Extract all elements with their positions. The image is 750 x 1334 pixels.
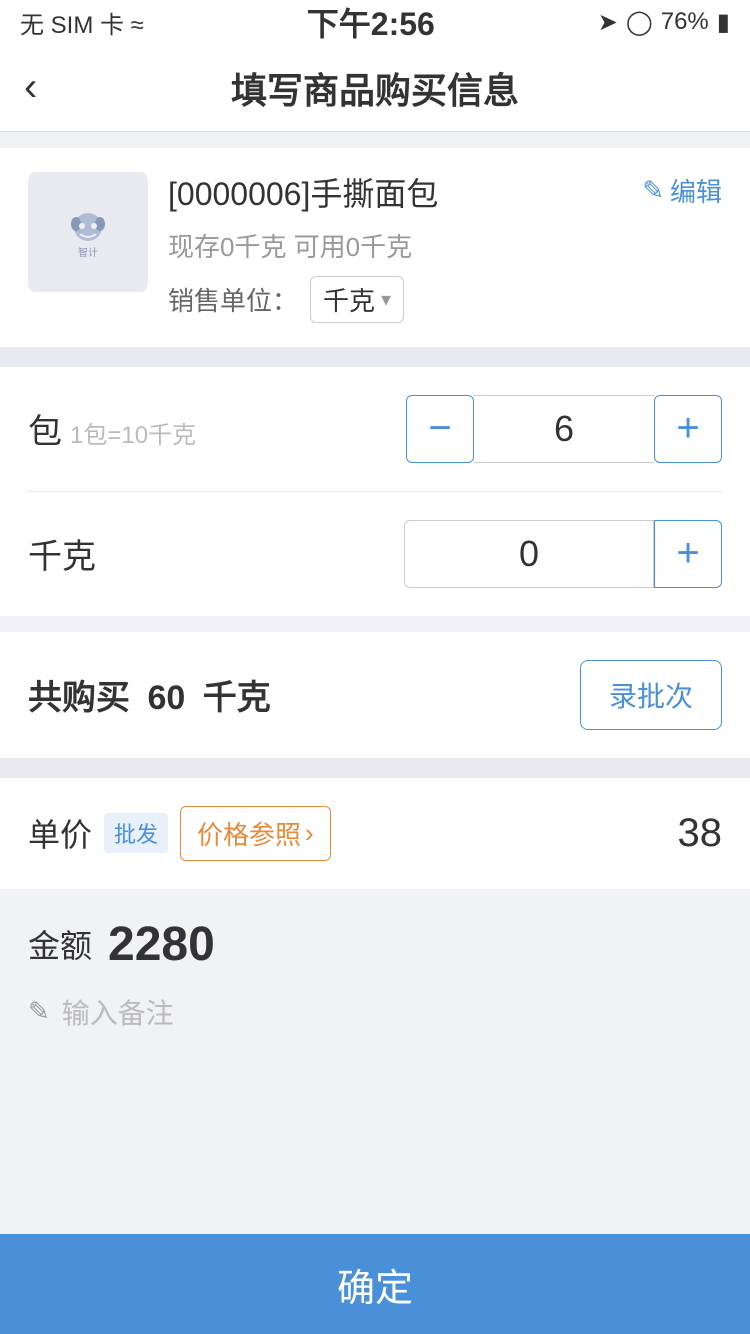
empty-space (0, 1052, 750, 1234)
location-icon: ➤ (598, 8, 618, 37)
back-button[interactable]: ‹ (24, 65, 37, 110)
bag-input-row: 包1包=10千克 − + (28, 367, 722, 492)
unit-value: 千克 (323, 281, 375, 318)
battery-level: 76% (661, 8, 709, 36)
amount-row: 金额 2280 (28, 917, 722, 972)
kg-input-row: 千克 + (28, 492, 722, 616)
note-row[interactable]: ✎ 输入备注 (28, 992, 722, 1052)
amount-section: 金额 2280 ✎ 输入备注 (0, 889, 750, 1052)
status-bar: 无 SIM 卡 ≈ 下午2:56 ➤ ◯ 76% ▮ (0, 0, 750, 44)
section-divider-2 (0, 758, 750, 778)
kg-qty-input[interactable] (404, 520, 654, 588)
price-label: 单价 (28, 810, 92, 856)
bag-hint: 1包=10千克 (70, 422, 196, 449)
bag-qty-input[interactable] (474, 395, 654, 463)
bag-minus-button[interactable]: − (406, 395, 474, 463)
price-ref-chevron-icon: › (305, 818, 314, 849)
product-stock: 现存0千克 可用0千克 (168, 227, 722, 264)
unit-label: 销售单位： (168, 281, 298, 318)
price-ref-button[interactable]: 价格参照 › (180, 806, 331, 861)
input-section: 包1包=10千克 − + 千克 + (0, 367, 750, 616)
product-logo-icon: 智计 (58, 202, 118, 262)
kg-qty-control: + (404, 520, 722, 588)
nav-bar: ‹ 填写商品购买信息 (0, 44, 750, 132)
product-unit-row: 销售单位： 千克 ▾ (168, 276, 722, 323)
price-value: 38 (678, 811, 723, 856)
amount-value: 2280 (108, 917, 215, 972)
kg-plus-button[interactable]: + (654, 520, 722, 588)
edit-label: 编辑 (670, 172, 722, 209)
price-ref-label: 价格参照 (197, 815, 301, 852)
note-placeholder: 输入备注 (62, 992, 174, 1032)
unit-chevron-icon: ▾ (381, 287, 391, 312)
kg-label: 千克 (28, 529, 404, 578)
battery-icon: ▮ (717, 8, 730, 37)
bag-plus-button[interactable]: + (654, 395, 722, 463)
price-label-group: 单价 批发 价格参照 › (28, 806, 331, 861)
edit-button[interactable]: ✎ 编辑 (642, 172, 722, 209)
status-right: ➤ ◯ 76% ▮ (598, 8, 730, 37)
status-time: 下午2:56 (307, 0, 435, 45)
total-section: 共购买 60 千克 录批次 (0, 632, 750, 758)
bag-label: 包1包=10千克 (28, 404, 406, 453)
total-text: 共购买 60 千克 (28, 670, 271, 719)
section-divider-1 (0, 347, 750, 367)
edit-icon: ✎ (642, 175, 664, 206)
alarm-icon: ◯ (626, 8, 653, 37)
product-info: [0000006]手撕面包 现存0千克 可用0千克 销售单位： 千克 ▾ (168, 172, 722, 323)
price-section: 单价 批发 价格参照 › 38 (0, 778, 750, 889)
status-left: 无 SIM 卡 ≈ (20, 5, 144, 40)
confirm-button[interactable]: 确定 (0, 1234, 750, 1334)
product-name: [0000006]手撕面包 (168, 172, 722, 217)
batch-tag: 批发 (104, 813, 168, 853)
note-icon: ✎ (28, 996, 50, 1027)
batch-record-button[interactable]: 录批次 (580, 660, 722, 730)
amount-label: 金额 (28, 921, 92, 967)
svg-text:智计: 智计 (78, 246, 98, 259)
product-image: 智计 (28, 172, 148, 292)
page-title: 填写商品购买信息 (231, 62, 519, 114)
unit-selector[interactable]: 千克 ▾ (310, 276, 404, 323)
product-card: 智计 [0000006]手撕面包 现存0千克 可用0千克 销售单位： 千克 ▾ … (0, 148, 750, 347)
bag-qty-control: − + (406, 395, 722, 463)
